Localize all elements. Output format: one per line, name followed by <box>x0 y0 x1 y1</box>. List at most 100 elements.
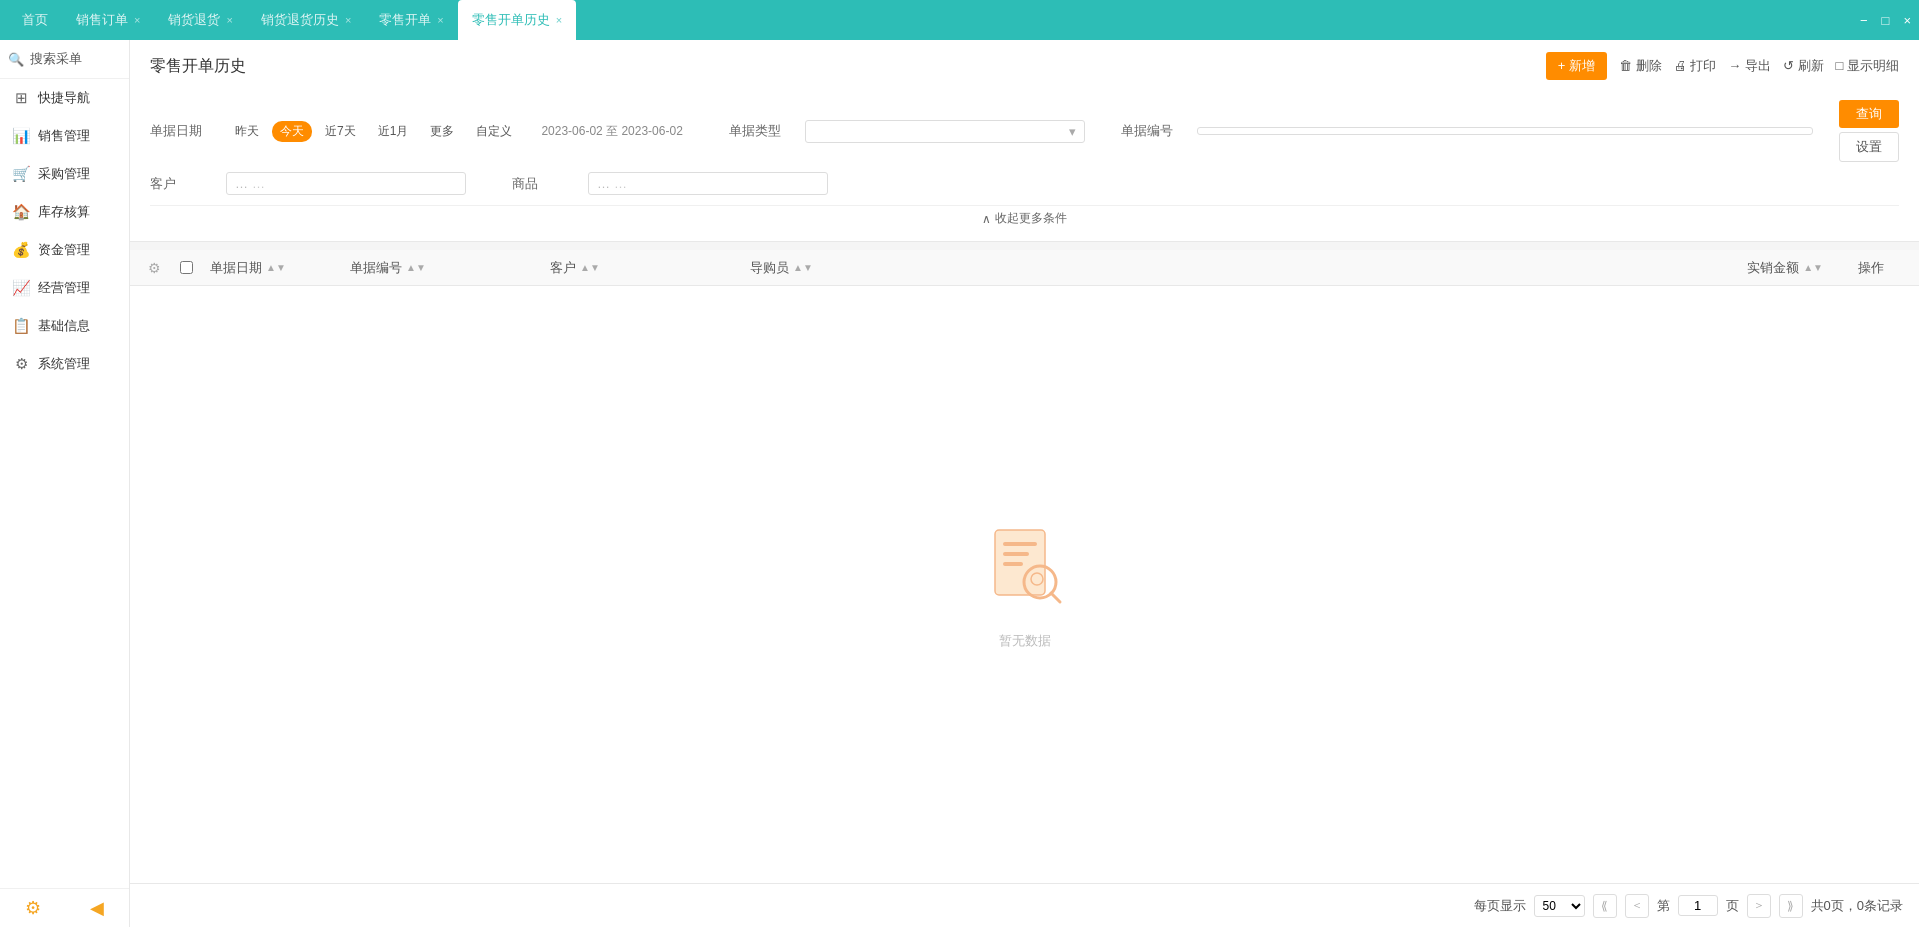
th-operation: 操作 <box>1831 259 1911 277</box>
goods-label: 商品 <box>512 175 572 193</box>
tab-home[interactable]: 首页 <box>8 0 62 40</box>
customer-input[interactable]: … … <box>226 172 466 195</box>
date-range-display: 2023-06-02 至 2023-06-02 <box>541 123 682 140</box>
house-icon: 🏠 <box>12 203 30 221</box>
prev-page-btn[interactable]: ＜ <box>1625 894 1649 918</box>
select-all-checkbox[interactable] <box>180 261 193 274</box>
system-icon: ⚙ <box>12 355 30 373</box>
th-customer[interactable]: 客户 ▲▼ <box>542 259 742 277</box>
page-size-select[interactable]: 50 100 200 <box>1534 895 1585 917</box>
sort-amount-icon: ▲▼ <box>1803 263 1823 273</box>
chevron-down-icon: ▾ <box>1069 124 1076 139</box>
last-page-btn[interactable]: ⟫ <box>1779 894 1803 918</box>
list-icon: 📋 <box>12 317 30 335</box>
goods-input[interactable]: … … <box>588 172 828 195</box>
collapse-bar[interactable]: ∧ 收起更多条件 <box>150 205 1899 231</box>
doc-num-label: 单据编号 <box>1121 122 1181 140</box>
search-icon: 🔍 <box>8 52 24 67</box>
export-button[interactable]: → 导出 <box>1728 57 1771 75</box>
doc-type-select[interactable]: ▾ <box>805 120 1085 143</box>
sort-date-icon: ▲▼ <box>266 263 286 273</box>
content-area: 零售开单历史 + 新增 🗑 删除 🖨 打印 → 导出 ↺ 刷新 □ 显示明细 单… <box>130 40 1919 927</box>
th-amount[interactable]: 实销金额 ▲▼ <box>1711 259 1831 277</box>
sidebar-item-management[interactable]: 📈 经营管理 <box>0 269 129 307</box>
customer-label: 客户 <box>150 175 210 193</box>
close-tab-sales-return[interactable]: × <box>226 14 232 26</box>
toolbar: + 新增 🗑 删除 🖨 打印 → 导出 ↺ 刷新 □ 显示明细 <box>1546 52 1899 80</box>
sidebar-item-sales[interactable]: 📊 销售管理 <box>0 117 129 155</box>
window-close-btn[interactable]: × <box>1903 13 1911 28</box>
table-settings-icon[interactable]: ⚙ <box>148 260 161 276</box>
sort-docnum-icon: ▲▼ <box>406 263 426 273</box>
last1m-btn[interactable]: 近1月 <box>369 120 418 143</box>
empty-illustration <box>975 520 1075 620</box>
sidebar-gear-btn[interactable]: ⚙ <box>25 897 41 919</box>
refresh-button[interactable]: ↺ 刷新 <box>1783 57 1824 75</box>
tab-retail-open[interactable]: 零售开单 × <box>365 0 457 40</box>
sidebar-item-system[interactable]: ⚙ 系统管理 <box>0 345 129 383</box>
sidebar-search[interactable]: 🔍 搜索采单 <box>0 40 129 79</box>
chart-icon: 📊 <box>12 127 30 145</box>
tab-sales-order[interactable]: 销售订单 × <box>62 0 154 40</box>
content-header: 零售开单历史 + 新增 🗑 删除 🖨 打印 → 导出 ↺ 刷新 □ 显示明细 单… <box>130 40 1919 242</box>
graph-icon: 📈 <box>12 279 30 297</box>
sidebar-item-purchase[interactable]: 🛒 采购管理 <box>0 155 129 193</box>
today-btn[interactable]: 今天 <box>272 121 312 142</box>
pagination: 每页显示 50 100 200 ⟪ ＜ 第 页 ＞ ⟫ 共0页，0条记录 <box>130 883 1919 927</box>
sidebar-item-basic-info[interactable]: 📋 基础信息 <box>0 307 129 345</box>
total-info: 共0页，0条记录 <box>1811 897 1903 915</box>
filter-area: 单据日期 昨天 今天 近7天 近1月 更多 自定义 2023-06-02 至 2… <box>150 90 1899 241</box>
yesterday-btn[interactable]: 昨天 <box>226 120 268 143</box>
th-date[interactable]: 单据日期 ▲▼ <box>202 259 342 277</box>
window-min-btn[interactable]: − <box>1860 13 1868 28</box>
page-title: 零售开单历史 <box>150 56 246 77</box>
next-page-btn[interactable]: ＞ <box>1747 894 1771 918</box>
svg-point-6 <box>1031 573 1043 585</box>
th-docnum[interactable]: 单据编号 ▲▼ <box>342 259 542 277</box>
print-button[interactable]: 🖨 打印 <box>1674 57 1717 75</box>
collapse-icon: ∧ <box>982 212 991 226</box>
svg-line-5 <box>1051 593 1060 602</box>
delete-button[interactable]: 🗑 删除 <box>1619 57 1662 75</box>
close-tab-retail-open-history[interactable]: × <box>556 14 562 26</box>
svg-rect-1 <box>1003 542 1037 546</box>
sidebar-item-quicknav[interactable]: ⊞ 快捷导航 <box>0 79 129 117</box>
top-nav-bar: 首页 销售订单 × 销货退货 × 销货退货历史 × 零售开单 × 零售开单历史 … <box>0 0 1919 40</box>
doc-num-input[interactable] <box>1197 127 1813 135</box>
sort-customer-icon: ▲▼ <box>580 263 600 273</box>
sidebar-bottom: ⚙ ◀ <box>0 888 129 927</box>
sidebar-item-finance[interactable]: 💰 资金管理 <box>0 231 129 269</box>
window-max-btn[interactable]: □ <box>1882 13 1890 28</box>
close-tab-retail-open[interactable]: × <box>437 14 443 26</box>
tab-retail-open-history[interactable]: 零售开单历史 × <box>458 0 576 40</box>
page-number-input[interactable] <box>1678 895 1718 916</box>
display-detail-button[interactable]: □ 显示明细 <box>1836 57 1899 75</box>
svg-rect-2 <box>1003 552 1029 556</box>
sidebar-collapse-btn[interactable]: ◀ <box>90 897 104 919</box>
tab-sales-return-history[interactable]: 销货退货历史 × <box>247 0 365 40</box>
close-tab-sales-return-history[interactable]: × <box>345 14 351 26</box>
empty-state: 暂无数据 <box>130 286 1919 883</box>
empty-text: 暂无数据 <box>999 632 1051 650</box>
tab-sales-return[interactable]: 销货退货 × <box>154 0 246 40</box>
grid-icon: ⊞ <box>12 89 30 107</box>
sort-guide-icon: ▲▼ <box>793 263 813 273</box>
svg-rect-3 <box>1003 562 1023 566</box>
th-guide[interactable]: 导购员 ▲▼ <box>742 259 1711 277</box>
cart-icon: 🛒 <box>12 165 30 183</box>
window-controls: − □ × <box>1860 13 1911 28</box>
settings-button[interactable]: 设置 <box>1839 132 1899 162</box>
table-area: ⚙ 单据日期 ▲▼ 单据编号 ▲▼ 客户 ▲▼ 导购员 <box>130 250 1919 883</box>
query-button[interactable]: 查询 <box>1839 100 1899 128</box>
custom-btn[interactable]: 自定义 <box>467 120 521 143</box>
more-btn[interactable]: 更多 <box>421 120 463 143</box>
sidebar: 🔍 搜索采单 ⊞ 快捷导航 📊 销售管理 🛒 采购管理 🏠 库存核算 💰 资金管… <box>0 40 130 927</box>
first-page-btn[interactable]: ⟪ <box>1593 894 1617 918</box>
close-tab-sales-order[interactable]: × <box>134 14 140 26</box>
doc-type-label: 单据类型 <box>729 122 789 140</box>
date-label: 单据日期 <box>150 122 210 140</box>
sidebar-item-inventory[interactable]: 🏠 库存核算 <box>0 193 129 231</box>
date-quick-btns: 昨天 今天 近7天 近1月 更多 自定义 <box>226 120 521 143</box>
add-button[interactable]: + 新增 <box>1546 52 1607 80</box>
last7-btn[interactable]: 近7天 <box>316 120 365 143</box>
